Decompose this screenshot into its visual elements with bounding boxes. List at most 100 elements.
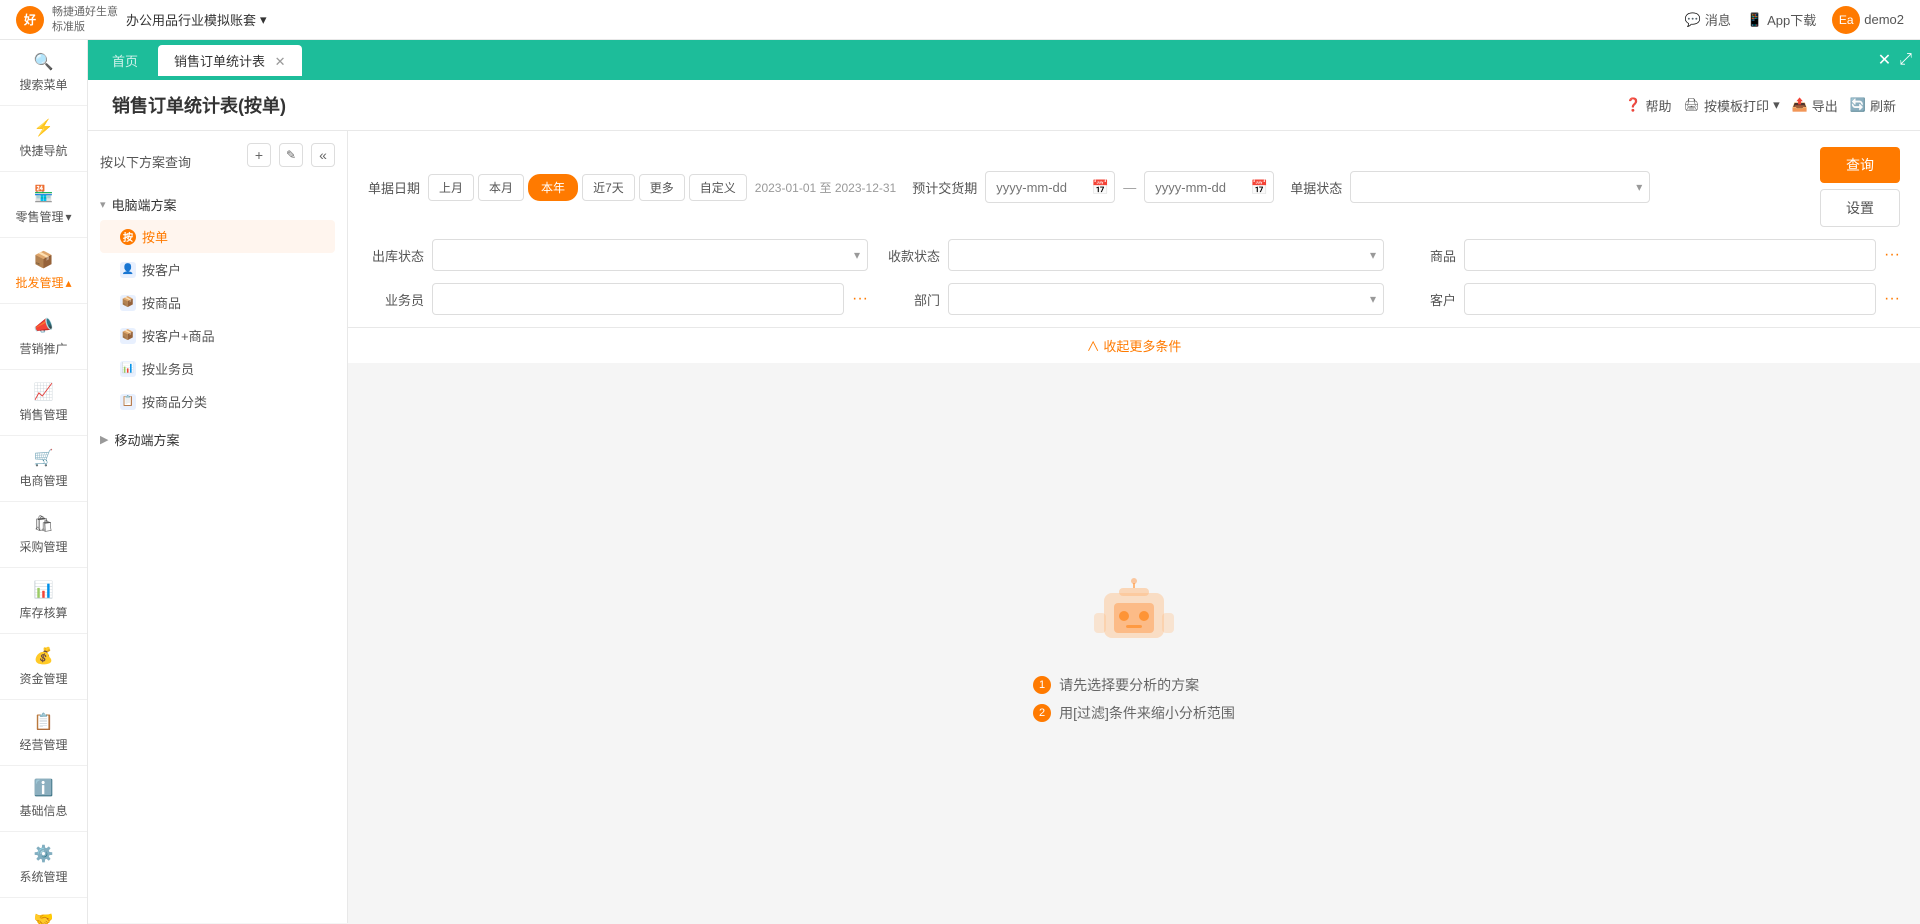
customer-input[interactable] xyxy=(1464,283,1876,315)
export-button[interactable]: 📤 导出 xyxy=(1792,96,1838,115)
customer-label: 客户 xyxy=(1400,290,1456,309)
salesperson-label: 业务员 xyxy=(368,290,424,309)
empty-state: 1 请先选择要分析的方案 2 用[过滤]条件来缩小分析范围 xyxy=(348,363,1920,923)
tree-item-by-product[interactable]: 📦 按商品 xyxy=(100,286,335,319)
user-menu[interactable]: Ea demo2 xyxy=(1832,6,1904,34)
quick-nav-icon: ⚡ xyxy=(34,118,54,138)
tree-item-by-category[interactable]: 📋 按商品分类 xyxy=(100,385,335,418)
product-input[interactable] xyxy=(1464,239,1876,271)
edit-scheme-button[interactable]: ✎ xyxy=(279,143,303,167)
collapse-bar[interactable]: ∧ 收起更多条件 xyxy=(348,327,1920,363)
collapse-panel-button[interactable]: « xyxy=(311,143,335,167)
print-button[interactable]: 🖨 按模板打印 ▾ xyxy=(1684,96,1780,115)
sidebar-item-inventory[interactable]: 📊 库存核算 xyxy=(0,568,87,634)
sidebar-item-retail[interactable]: 🏪 零售管理▾ xyxy=(0,172,87,238)
tip-num-1: 1 xyxy=(1033,676,1051,694)
help-icon: ❓ xyxy=(1625,97,1641,113)
date-btn-7days[interactable]: 近7天 xyxy=(582,174,635,201)
page-title: 销售订单统计表(按单) xyxy=(112,92,286,118)
refresh-button[interactable]: 🔄 刷新 xyxy=(1850,96,1896,115)
tree-item-by-customer[interactable]: 👤 按客户 xyxy=(100,253,335,286)
sidebar-item-system[interactable]: ⚙️ 系统管理 xyxy=(0,832,87,898)
ecommerce-icon: 🛒 xyxy=(34,448,54,468)
message-icon: 💬 xyxy=(1685,12,1701,28)
sidebar-item-ecommerce[interactable]: 🛒 电商管理 xyxy=(0,436,87,502)
help-button[interactable]: ❓ 帮助 xyxy=(1625,96,1671,115)
app-download-button[interactable]: 📱 App下载 xyxy=(1747,10,1816,29)
add-scheme-button[interactable]: + xyxy=(247,143,271,167)
expand-icon: ▾ xyxy=(100,198,106,211)
tree-item-by-order[interactable]: 按 按单 xyxy=(100,220,335,253)
date-separator: — xyxy=(1123,180,1136,195)
dept-select[interactable] xyxy=(948,283,1384,315)
retail-icon: 🏪 xyxy=(34,184,54,204)
date-range-text: 2023-01-01 至 2023-12-31 xyxy=(755,179,896,196)
sidebar-item-search[interactable]: 🔍 搜索菜单 xyxy=(0,40,87,106)
by-order-icon: 按 xyxy=(120,229,136,245)
date-btn-this-month[interactable]: 本月 xyxy=(478,174,524,201)
date-btn-custom[interactable]: 自定义 xyxy=(689,174,747,201)
tip-num-2: 2 xyxy=(1033,704,1051,722)
product-label: 商品 xyxy=(1400,246,1456,265)
tab-close-icon[interactable]: ✕ xyxy=(275,54,286,69)
outstock-select[interactable] xyxy=(432,239,868,271)
refresh-icon: 🔄 xyxy=(1850,97,1866,113)
tree-item-by-salesperson[interactable]: 📊 按业务员 xyxy=(100,352,335,385)
empty-tip-2: 2 用[过滤]条件来缩小分析范围 xyxy=(1033,703,1235,723)
app-name: 畅捷通好生意 标准版 xyxy=(52,5,118,34)
customer-more-icon[interactable]: ··· xyxy=(1884,290,1900,308)
delivery-date-label: 预计交货期 xyxy=(912,178,977,197)
doc-status-select[interactable] xyxy=(1350,171,1650,203)
empty-tips: 1 请先选择要分析的方案 2 用[过滤]条件来缩小分析范围 xyxy=(1033,675,1235,723)
date-btn-last-month[interactable]: 上月 xyxy=(428,174,474,201)
product-more-icon[interactable]: ··· xyxy=(1884,246,1900,264)
by-category-icon: 📋 xyxy=(120,394,136,410)
system-icon: ⚙️ xyxy=(34,844,54,864)
calendar-icon-to: 📅 xyxy=(1251,179,1268,196)
workspace-selector[interactable]: 办公用品行业模拟账套 ▾ xyxy=(126,10,267,29)
tab-bar: 首页 销售订单统计表 ✕ ✕ ⤢ xyxy=(88,40,1920,80)
export-icon: 📤 xyxy=(1792,97,1808,113)
sidebar-item-operations[interactable]: 📋 经营管理 xyxy=(0,700,87,766)
salesperson-more-icon[interactable]: ··· xyxy=(852,290,868,308)
empty-tip-1: 1 请先选择要分析的方案 xyxy=(1033,675,1235,695)
by-salesperson-icon: 📊 xyxy=(120,361,136,377)
doc-status-label: 单据状态 xyxy=(1290,178,1342,197)
pc-section-header[interactable]: ▾ 电脑端方案 xyxy=(100,189,335,220)
sidebar-item-finance[interactable]: 💰 资金管理 xyxy=(0,634,87,700)
sidebar-item-sales-mgmt[interactable]: 📈 销售管理 xyxy=(0,370,87,436)
enterprise-icon: 🤝 xyxy=(34,910,54,924)
sidebar-item-enterprise[interactable]: 🤝 企业协同 xyxy=(0,898,87,924)
date-btn-this-year[interactable]: 本年 xyxy=(528,174,578,201)
mobile-section-header[interactable]: ▶ 移动端方案 xyxy=(100,424,335,455)
message-button[interactable]: 💬 消息 xyxy=(1685,10,1731,29)
logo-icon: 好 xyxy=(16,6,44,34)
mobile-expand-icon: ▶ xyxy=(100,433,108,446)
tab-home[interactable]: 首页 xyxy=(96,45,154,76)
tree-item-by-cust-prod[interactable]: 📦 按客户+商品 xyxy=(100,319,335,352)
query-button[interactable]: 查询 xyxy=(1820,147,1900,183)
marketing-icon: 📣 xyxy=(34,316,54,336)
wholesale-icon: 📦 xyxy=(34,250,54,270)
payment-status-select[interactable] xyxy=(948,239,1384,271)
sidebar-item-wholesale[interactable]: 📦 批发管理▴ xyxy=(0,238,87,304)
close-all-icon[interactable]: ✕ xyxy=(1878,50,1891,70)
sidebar: 🔍 搜索菜单 ⚡ 快捷导航 🏪 零售管理▾ 📦 批发管理▴ 📣 营销推广 📈 销… xyxy=(0,40,88,924)
avatar: Ea xyxy=(1832,6,1860,34)
inventory-icon: 📊 xyxy=(34,580,54,600)
reset-button[interactable]: 设置 xyxy=(1820,189,1900,227)
sidebar-item-base-info[interactable]: ℹ️ 基础信息 xyxy=(0,766,87,832)
collapse-icon: ∧ xyxy=(1087,339,1100,354)
right-panel: 单据日期 上月 本月 本年 近7天 更多 自定义 xyxy=(348,131,1920,923)
expand-icon[interactable]: ⤢ xyxy=(1899,51,1912,69)
left-panel: 按以下方案查询 + ✎ « ▾ 电脑端方案 xyxy=(88,131,348,923)
sidebar-item-quick-nav[interactable]: ⚡ 快捷导航 xyxy=(0,106,87,172)
page-header: 销售订单统计表(按单) ❓ 帮助 🖨 按模板打印 ▾ 📤 导出 xyxy=(88,80,1920,131)
date-label: 单据日期 xyxy=(368,178,420,197)
tab-sales-order-stats[interactable]: 销售订单统计表 ✕ xyxy=(158,45,302,76)
salesperson-input[interactable] xyxy=(432,283,844,315)
date-btn-more[interactable]: 更多 xyxy=(639,174,685,201)
by-cust-prod-icon: 📦 xyxy=(120,328,136,344)
sidebar-item-purchase[interactable]: 🛍 采购管理 xyxy=(0,502,87,568)
sidebar-item-marketing[interactable]: 📣 营销推广 xyxy=(0,304,87,370)
